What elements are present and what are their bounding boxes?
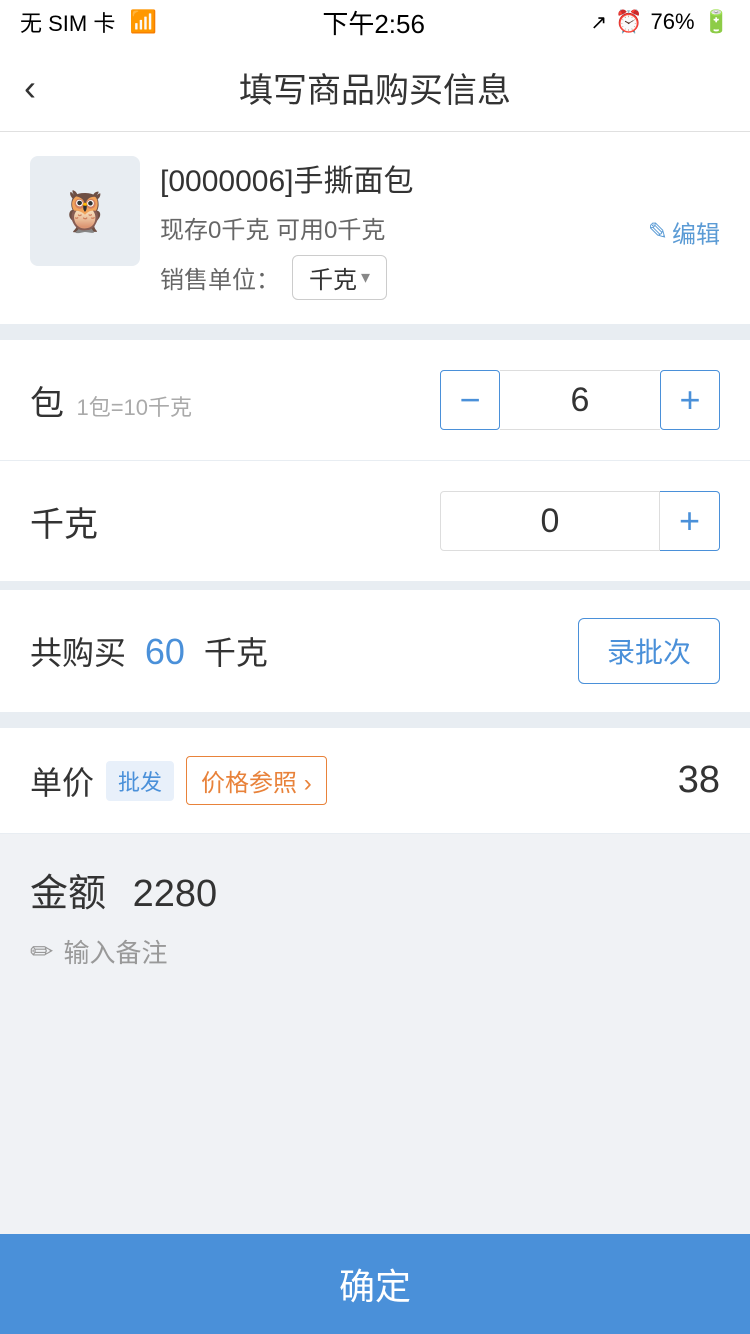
separator-3 [0,720,750,728]
amount-row: 金额 2280 [30,862,720,917]
edit-icon: ✎ [648,218,668,247]
unit-label: 销售单位： [160,260,280,295]
price-value: 38 [678,759,720,802]
kg-plus-button[interactable]: + [660,491,720,551]
edit-label: 编辑 [672,215,720,250]
product-card: 🦉 [0000006]手撕面包 现存0千克 可用0千克 销售单位： 千克 ▾ ✎… [0,132,750,332]
edit-button[interactable]: ✎ 编辑 [648,215,720,250]
sim-text: 无 SIM 卡 ︎ [20,6,121,38]
kg-label-group: 千克 [30,497,98,546]
product-name: [0000006]手撕面包 [160,156,720,200]
bao-plus-button[interactable]: + [660,370,720,430]
bao-label-group: 包 1包=10千克 [30,376,192,425]
total-label: 共购买 [30,635,126,671]
unit-select[interactable]: 千克 ▾ [292,255,387,300]
status-right: ↗ ⏰ 76% 🔋 [590,9,730,35]
alarm-icon: ⏰ [615,9,642,35]
product-thumb-icon: 🦉 [60,188,110,235]
price-label: 单价 [30,758,94,804]
status-time: 下午2:56 [322,4,425,41]
total-row: 共购买 60 千克 录批次 [0,590,750,720]
amount-label: 金额 [30,873,106,915]
status-left: 无 SIM 卡 ︎ 📶 [20,6,157,38]
bao-qty-input[interactable] [500,370,660,430]
bao-input-section: 包 1包=10千克 − + [0,340,750,461]
total-unit: 千克 [204,635,268,671]
wifi-icon: 📶 [129,9,156,35]
battery-icon: 🔋 [703,9,730,35]
location-icon: ↗ [590,10,607,35]
total-amount: 60 [145,631,185,672]
amount-section: 金额 2280 ✏ 输入备注 [0,834,750,990]
page-title: 填写商品购买信息 [239,63,511,112]
confirm-button[interactable]: 确定 [0,1234,750,1334]
battery-text: 76% [651,9,695,35]
chevron-down-icon: ▾ [361,267,370,288]
product-stock: 现存0千克 可用0千克 [160,210,720,245]
separator-1 [0,332,750,340]
product-unit-row: 销售单位： 千克 ▾ [160,255,720,300]
remark-label: 输入备注 [63,933,167,970]
total-text: 共购买 60 千克 [30,628,268,674]
separator-2 [0,582,750,590]
bao-minus-button[interactable]: − [440,370,500,430]
bao-sub-label: 1包=10千克 [76,395,192,420]
back-button[interactable]: ‹ [24,67,36,109]
product-thumbnail: 🦉 [30,156,140,266]
price-ref-button[interactable]: 价格参照 › [186,756,327,805]
remark-icon: ✏ [30,935,53,968]
unit-value: 千克 [309,260,357,295]
price-left: 单价 批发 价格参照 › [30,756,327,805]
kg-label: 千克 [30,506,98,544]
kg-qty-input[interactable] [440,491,660,551]
kg-input-section: 千克 + [0,461,750,582]
product-info: [0000006]手撕面包 现存0千克 可用0千克 销售单位： 千克 ▾ [160,156,720,300]
bao-label: 包 [30,385,64,423]
batch-button[interactable]: 录批次 [578,618,720,684]
price-section: 单价 批发 价格参照 › 38 [0,728,750,834]
nav-bar: ‹ 填写商品购买信息 [0,44,750,132]
bao-qty-control: − + [440,370,720,430]
status-bar: 无 SIM 卡 ︎ 📶 下午2:56 ↗ ⏰ 76% 🔋 [0,0,750,44]
kg-qty-control: + [440,491,720,551]
remark-row[interactable]: ✏ 输入备注 [30,933,720,970]
price-badge: 批发 [106,761,174,801]
amount-value: 2280 [133,873,218,915]
